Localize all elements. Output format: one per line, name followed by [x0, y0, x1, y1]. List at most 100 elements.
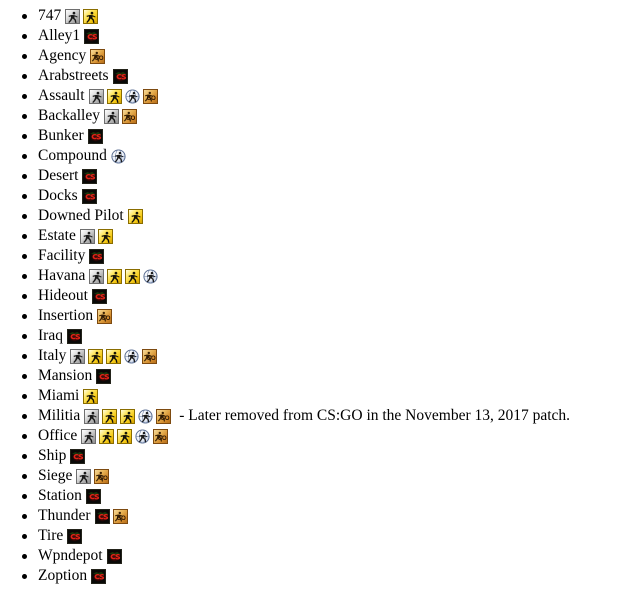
list-item: Thunder GO: [0, 506, 628, 526]
counter-strike-source-icon: [106, 349, 122, 365]
condition-zero-deleted-scenes-icon: [81, 189, 97, 205]
bullet-icon: [22, 254, 27, 259]
csgo-go-label: GO: [146, 96, 156, 103]
counter-strike-global-offensive-icon: GO: [94, 469, 110, 485]
list-item: Bunker: [0, 126, 628, 146]
counter-strike-source-icon: [83, 9, 99, 25]
list-item: Station: [0, 486, 628, 506]
list-item: Tire: [0, 526, 628, 546]
list-item: Wpndepot: [0, 546, 628, 566]
bullet-icon: [22, 374, 27, 379]
game-version-icons: GO: [90, 46, 108, 66]
map-name: Mansion: [38, 367, 93, 385]
map-name: Estate: [38, 227, 76, 245]
counter-strike-global-offensive-icon: GO: [142, 89, 158, 105]
bullet-icon: [22, 294, 27, 299]
bullet-icon: [22, 414, 27, 419]
game-version-icons: [91, 286, 110, 306]
list-item: Havana: [0, 266, 628, 286]
counter-strike-global-offensive-icon: GO: [142, 349, 158, 365]
list-item: Assault GO: [0, 86, 628, 106]
game-version-icons: GO: [76, 466, 112, 486]
game-version-icons: [79, 226, 116, 246]
bullet-icon: [22, 134, 27, 139]
list-item: Compound: [0, 146, 628, 166]
game-version-icons: [67, 526, 85, 546]
game-version-icons: [85, 486, 104, 506]
game-version-icons: [127, 206, 146, 226]
list-item: Facility: [0, 246, 628, 266]
game-version-icons: [84, 26, 102, 46]
counter-strike-1-6-icon: [103, 109, 119, 125]
list-item: Militia GO - Later removed from CS:GO in t…: [0, 406, 628, 426]
game-version-icons: [89, 266, 161, 286]
list-item: 747: [0, 6, 628, 26]
bullet-icon: [22, 394, 27, 399]
bullet-icon: [22, 554, 27, 559]
map-name: Havana: [38, 267, 86, 285]
list-item: Estate: [0, 226, 628, 246]
counter-strike-1-6-icon: [65, 9, 81, 25]
counter-strike-source-icon: [97, 229, 113, 245]
list-item: Backalley GO: [0, 106, 628, 126]
counter-strike-1-6-icon: [84, 409, 100, 425]
game-version-icons: GO: [88, 86, 161, 106]
csgo-go-label: GO: [146, 356, 156, 363]
game-version-icons: [91, 566, 109, 586]
game-version-icons: [112, 66, 131, 86]
list-item: Iraq: [0, 326, 628, 346]
counter-strike-condition-zero-icon: [111, 149, 126, 164]
game-version-icons: [111, 146, 129, 166]
map-name: Thunder: [38, 507, 91, 525]
counter-strike-source-icon: [106, 89, 122, 105]
map-name: Backalley: [38, 107, 100, 125]
bullet-icon: [22, 114, 27, 119]
map-name: Tire: [38, 527, 64, 545]
csgo-go-label: GO: [101, 316, 111, 323]
bullet-icon: [22, 534, 27, 539]
counter-strike-source-icon: [102, 409, 118, 425]
bullet-icon: [22, 274, 27, 279]
counter-strike-global-offensive-icon: GO: [156, 409, 172, 425]
bullet-icon: [22, 354, 27, 359]
game-version-icons: GO: [70, 346, 160, 366]
csgo-go-label: GO: [94, 56, 104, 63]
bullet-icon: [22, 34, 27, 39]
list-item: Siege GO: [0, 466, 628, 486]
counter-strike-source-icon: [107, 269, 123, 285]
map-name: Office: [38, 427, 78, 445]
bullet-icon: [22, 194, 27, 199]
map-name: Downed Pilot: [38, 207, 124, 225]
counter-strike-condition-zero-icon: [143, 269, 158, 284]
list-item: Alley1: [0, 26, 628, 46]
list-item: Desert: [0, 166, 628, 186]
counter-strike-1-6-icon: [70, 349, 86, 365]
game-version-icons: [87, 126, 106, 146]
counter-strike-global-offensive-icon: GO: [90, 49, 106, 65]
condition-zero-deleted-scenes-icon: [82, 169, 98, 185]
counter-strike-1-6-icon: [81, 429, 97, 445]
game-version-icons: [65, 6, 101, 26]
counter-strike-1-6-icon: [76, 469, 92, 485]
condition-zero-deleted-scenes-icon: [91, 569, 107, 585]
bullet-icon: [22, 154, 27, 159]
list-item: Insertion GO: [0, 306, 628, 326]
map-name: Desert: [38, 167, 79, 185]
condition-zero-deleted-scenes-icon: [66, 329, 82, 345]
bullet-icon: [22, 174, 27, 179]
list-item: Hideout: [0, 286, 628, 306]
map-name: Ship: [38, 447, 67, 465]
game-version-icons: GO: [81, 426, 171, 446]
bullet-icon: [22, 74, 27, 79]
counter-strike-condition-zero-icon: [138, 409, 153, 424]
condition-zero-deleted-scenes-icon: [106, 549, 122, 565]
map-name: Wpndepot: [38, 547, 103, 565]
game-version-icons: [82, 166, 100, 186]
counter-strike-1-6-icon: [79, 229, 95, 245]
counter-strike-condition-zero-icon: [124, 349, 139, 364]
condition-zero-deleted-scenes-icon: [67, 529, 83, 545]
condition-zero-deleted-scenes-icon: [91, 289, 107, 305]
condition-zero-deleted-scenes-icon: [70, 449, 86, 465]
list-item: Agency GO: [0, 46, 628, 66]
map-name: Iraq: [38, 327, 63, 345]
